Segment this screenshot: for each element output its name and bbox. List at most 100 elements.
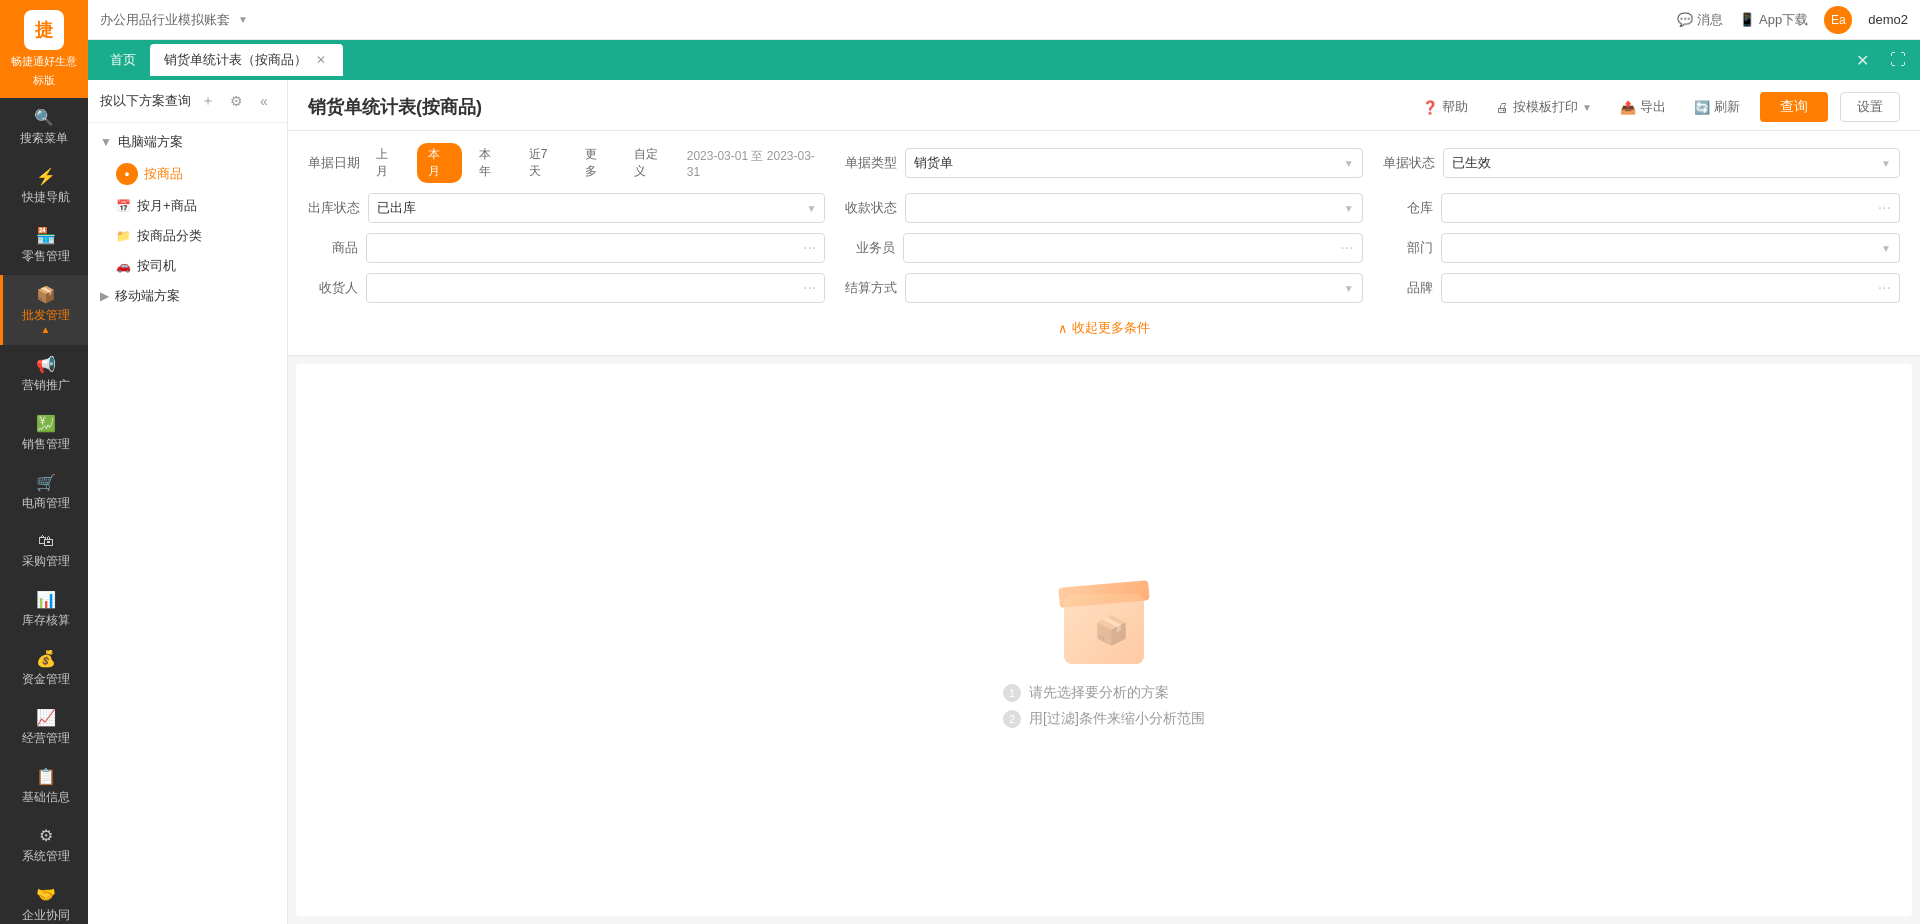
arrow-up-icon: ▲ (41, 324, 51, 335)
sidebar-item-ecommerce[interactable]: 🛒 电商管理 (0, 463, 88, 522)
message-button[interactable]: 💬 消息 (1677, 11, 1723, 29)
date-btn-this-year[interactable]: 本年 (470, 143, 512, 183)
close-window-button[interactable]: ✕ (1848, 46, 1876, 74)
settings-button[interactable]: 设置 (1840, 92, 1900, 122)
sidebar-item-label: 基础信息 (22, 789, 70, 806)
sidebar-item-wholesale[interactable]: 📦 批发管理 ▲ (0, 275, 88, 345)
date-label: 单据日期 (308, 154, 359, 172)
sidebar-item-basic[interactable]: 📋 基础信息 (0, 757, 88, 816)
empty-step-2: 2 用[过滤]条件来缩小分析范围 (1003, 710, 1205, 728)
tree-section-desktop[interactable]: ▼ 电脑端方案 (88, 127, 287, 157)
sidebar-item-retail[interactable]: 🏪 零售管理 (0, 216, 88, 275)
query-button[interactable]: 查询 (1760, 92, 1828, 122)
date-btn-custom[interactable]: 自定义 (625, 143, 678, 183)
doc-status-value: 已生效 (1452, 154, 1491, 172)
tab-home[interactable]: 首页 (96, 44, 150, 76)
date-btn-this-month[interactable]: 本月 (417, 143, 463, 183)
expand-icon: ▼ (100, 135, 112, 149)
sidebar-item-system[interactable]: ⚙ 系统管理 (0, 816, 88, 875)
date-btn-7days[interactable]: 近7天 (520, 143, 568, 183)
receiver-label: 收货人 (308, 279, 358, 297)
export-button[interactable]: 📤 导出 (1612, 94, 1674, 120)
warehouse-input[interactable]: ··· (1441, 193, 1900, 223)
doc-status-select[interactable]: 已生效 ▼ (1443, 148, 1900, 178)
dropdown-arrow-icon: ▼ (1344, 203, 1354, 214)
retail-icon: 🏪 (36, 226, 56, 245)
sidebar-item-sales[interactable]: 💹 销售管理 (0, 404, 88, 463)
out-status-select[interactable]: 已出库 ▼ (368, 193, 825, 223)
template-print-button[interactable]: 🖨 按模板打印 ▼ (1488, 94, 1600, 120)
user-name[interactable]: demo2 (1868, 12, 1908, 27)
salesperson-label: 业务员 (845, 239, 895, 257)
sidebar-item-search[interactable]: 🔍 搜索菜单 (0, 98, 88, 157)
maximize-button[interactable]: ⛶ (1884, 46, 1912, 74)
help-button[interactable]: ❓ 帮助 (1414, 94, 1476, 120)
tree-item-by-product[interactable]: ● 按商品 (104, 157, 287, 191)
category-icon: 📁 (116, 229, 131, 243)
tree-item-by-driver[interactable]: 🚗 按司机 (104, 251, 287, 281)
date-btn-more[interactable]: 更多 (576, 143, 618, 183)
industry-label: 办公用品行业模拟账套 (100, 11, 230, 29)
salesperson-input[interactable]: ··· (903, 233, 1362, 263)
collapse-panel-button[interactable]: « (253, 90, 275, 112)
sidebar-item-marketing[interactable]: 📢 营销推广 (0, 345, 88, 404)
filter-payment-method: 结算方式 ▼ (845, 273, 1362, 303)
filter-receiver: 收货人 ··· (308, 273, 825, 303)
filter-doc-status: 单据状态 已生效 ▼ (1383, 148, 1900, 178)
tab-home-label: 首页 (110, 51, 136, 69)
sales-icon: 💹 (36, 414, 56, 433)
active-icon: ● (124, 169, 129, 179)
tabbar-right: ✕ ⛶ (1848, 46, 1912, 74)
app-download-button[interactable]: 📱 App下载 (1739, 11, 1808, 29)
avatar[interactable]: Ea (1824, 6, 1852, 34)
refresh-button[interactable]: 🔄 刷新 (1686, 94, 1748, 120)
expand-icon: ▶ (100, 289, 109, 303)
tree-section-mobile[interactable]: ▶ 移动端方案 (88, 281, 287, 311)
sidebar-item-label: 零售管理 (22, 248, 70, 265)
empty-steps: 1 请先选择要分析的方案 2 用[过滤]条件来缩小分析范围 (1003, 684, 1205, 736)
tab-report-label: 销货单统计表（按商品） (164, 51, 307, 69)
filter-brand: 品牌 ··· (1383, 273, 1900, 303)
industry-dropdown-icon[interactable]: ▼ (238, 14, 248, 25)
ellipsis-icon: ··· (803, 279, 816, 297)
refresh-icon: 🔄 (1694, 100, 1710, 115)
sidebar-item-label: 企业协同 (22, 907, 70, 924)
payment-status-label: 收款状态 (845, 199, 897, 217)
sidebar-item-inventory[interactable]: 📊 库存核算 (0, 580, 88, 639)
dropdown-arrow-icon: ▼ (806, 203, 816, 214)
date-btn-last-month[interactable]: 上月 (367, 143, 409, 183)
doc-type-select[interactable]: 销货单 ▼ (905, 148, 1362, 178)
tab-close-icon[interactable]: ✕ (313, 52, 329, 68)
tree-item-by-month-product[interactable]: 📅 按月+商品 (104, 191, 287, 221)
left-panel-title: 按以下方案查询 (100, 92, 191, 110)
step-num-1: 1 (1003, 684, 1021, 702)
ecommerce-icon: 🛒 (36, 473, 56, 492)
sidebar-item-operation[interactable]: 📈 经营管理 (0, 698, 88, 757)
quick-icon: ⚡ (36, 167, 56, 186)
payment-method-select[interactable]: ▼ (905, 273, 1362, 303)
sidebar-item-quick[interactable]: ⚡ 快捷导航 (0, 157, 88, 216)
logo[interactable]: 捷 畅捷通好生意 标版 (0, 0, 88, 98)
doc-type-value: 销货单 (914, 154, 953, 172)
app-download-label: App下载 (1759, 11, 1808, 29)
brand-input[interactable]: ··· (1441, 273, 1900, 303)
settings-scheme-button[interactable]: ⚙ (225, 90, 247, 112)
ellipsis-icon: ··· (1878, 199, 1891, 217)
product-input[interactable]: ··· (366, 233, 825, 263)
payment-status-select[interactable]: ▼ (905, 193, 1362, 223)
page-title-bar: 销货单统计表(按商品) ❓ 帮助 🖨 按模板打印 ▼ 📤 (288, 80, 1920, 131)
sidebar-item-purchase[interactable]: 🛍 采购管理 (0, 522, 88, 580)
sidebar: 捷 畅捷通好生意 标版 🔍 搜索菜单 ⚡ 快捷导航 🏪 零售管理 📦 批发管理 … (0, 0, 88, 924)
dept-select[interactable]: ▼ (1441, 233, 1900, 263)
collapse-filters-button[interactable]: ∧ 收起更多条件 (308, 313, 1900, 343)
sidebar-item-enterprise[interactable]: 🤝 企业协同 (0, 875, 88, 924)
add-scheme-button[interactable]: ＋ (197, 90, 219, 112)
sidebar-item-label: 营销推广 (22, 377, 70, 394)
filter-row-1: 单据日期 上月 本月 本年 近7天 更多 自定义 2023-03-01 至 20… (308, 143, 1900, 183)
tab-report[interactable]: 销货单统计表（按商品） ✕ (150, 44, 343, 76)
sidebar-item-finance[interactable]: 💰 资金管理 (0, 639, 88, 698)
sidebar-item-label: 批发管理 (22, 307, 70, 324)
help-icon: ❓ (1422, 100, 1438, 115)
tree-item-by-category[interactable]: 📁 按商品分类 (104, 221, 287, 251)
receiver-input[interactable]: ··· (366, 273, 825, 303)
